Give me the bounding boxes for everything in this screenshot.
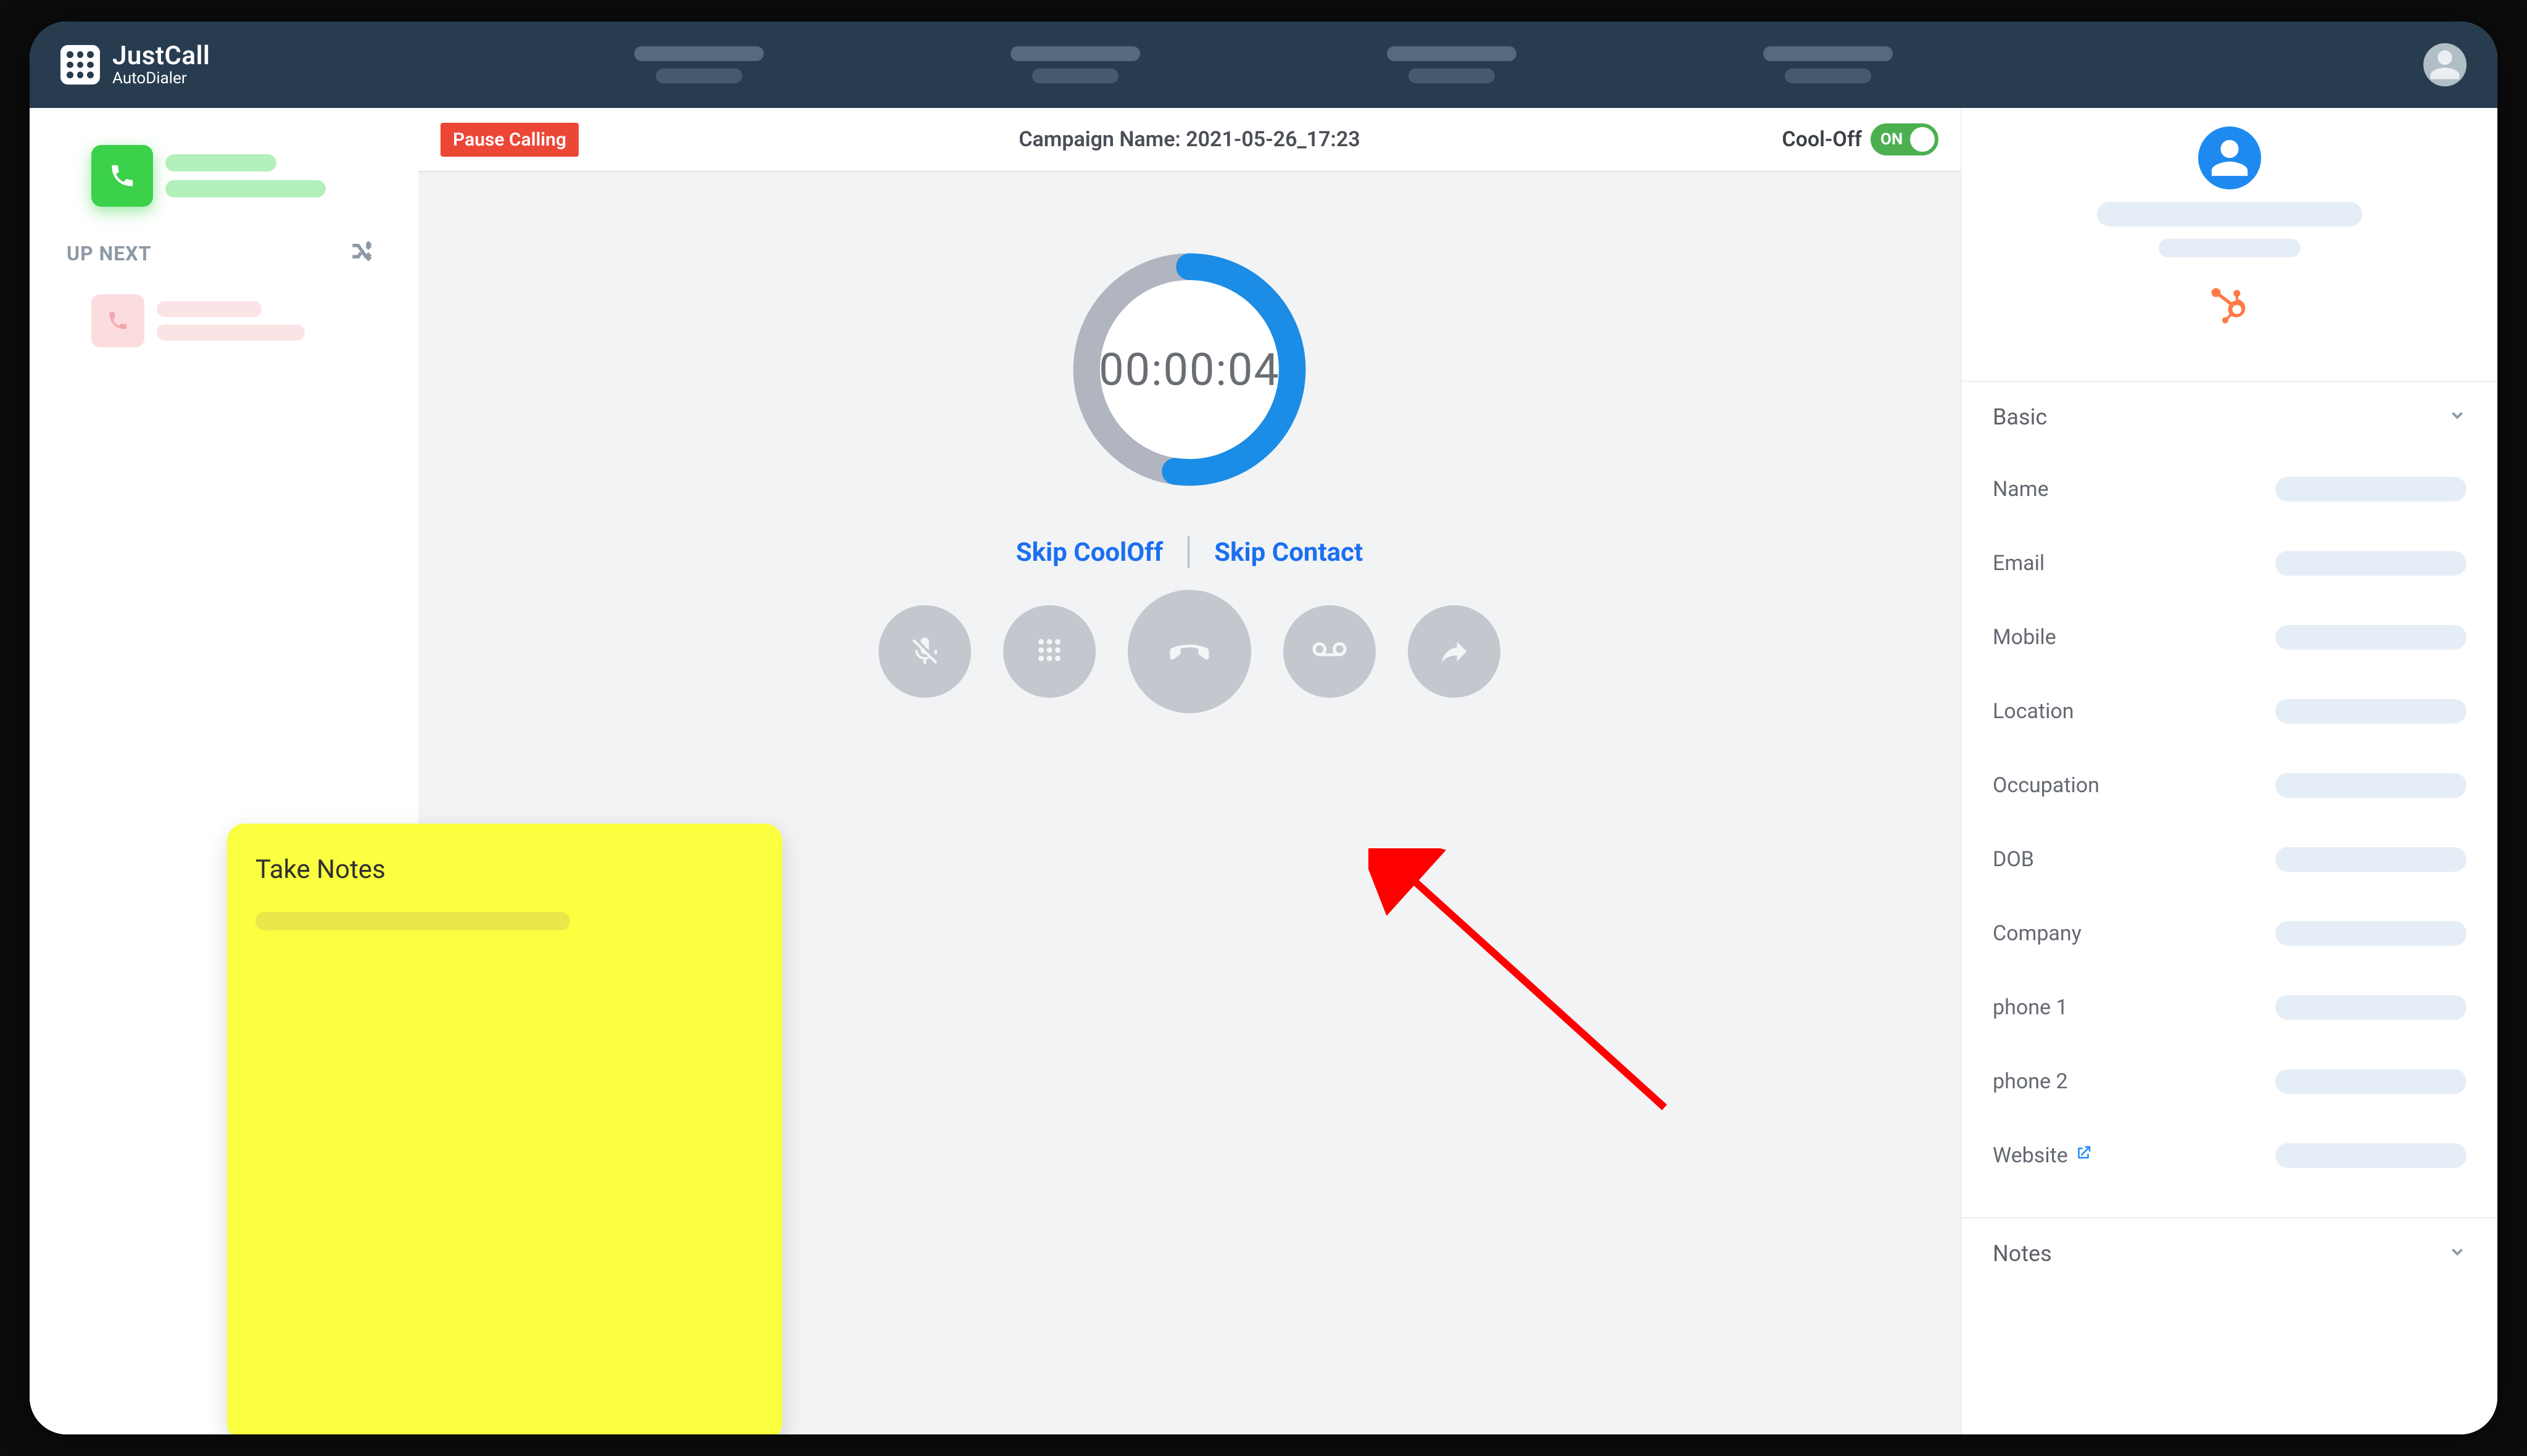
chevron-down-icon — [2448, 404, 2467, 430]
call-button-active[interactable] — [91, 145, 153, 207]
skip-contact-link[interactable]: Skip Contact — [1214, 537, 1363, 568]
up-next-header: UP NEXT — [30, 238, 418, 270]
field-website: Website — [1993, 1119, 2467, 1193]
contact-sub-placeholder — [2159, 239, 2301, 257]
chevron-down-icon — [2448, 1241, 2467, 1267]
campaign-name: Campaign Name: 2021-05-26_17:23 — [1019, 127, 1360, 152]
pause-calling-button[interactable]: Pause Calling — [440, 123, 579, 157]
take-notes-title: Take Notes — [255, 854, 754, 885]
keypad-icon — [1033, 635, 1066, 668]
external-link-icon[interactable] — [2074, 1143, 2093, 1168]
contact-header — [1962, 126, 2497, 358]
call-button-queued[interactable] — [91, 294, 144, 347]
skip-actions: Skip CoolOff Skip Contact — [1016, 536, 1363, 568]
take-notes-panel[interactable]: Take Notes — [227, 824, 782, 1434]
brand-subtitle: AutoDialer — [112, 70, 210, 86]
field-email: Email — [1993, 526, 2467, 600]
skip-cooloff-link[interactable]: Skip CoolOff — [1016, 537, 1164, 568]
cooloff-toggle[interactable]: ON — [1871, 123, 1938, 155]
notes-placeholder-line — [255, 912, 570, 930]
field-name: Name — [1993, 452, 2467, 526]
contact-name-placeholder — [2097, 202, 2362, 226]
divider — [1188, 536, 1189, 568]
brand-name: JustCall — [112, 43, 210, 69]
field-dob: DOB — [1993, 822, 2467, 896]
contact-panel: Basic Name Email Mobile Location Occupat… — [1961, 108, 2497, 1434]
hangup-icon — [1162, 624, 1217, 679]
section-basic-header[interactable]: Basic — [1962, 382, 2497, 452]
up-next-text — [157, 301, 305, 341]
mute-button[interactable] — [879, 605, 971, 698]
shuffle-icon[interactable] — [348, 238, 375, 270]
field-mobile: Mobile — [1993, 600, 2467, 674]
dialpad-button[interactable] — [1003, 605, 1096, 698]
field-company: Company — [1993, 896, 2467, 970]
call-action-row — [879, 605, 1500, 713]
profile-avatar[interactable] — [2423, 43, 2467, 86]
field-occupation: Occupation — [1993, 748, 2467, 822]
timer-ring: 00:00:04 — [1066, 246, 1313, 493]
section-notes-header[interactable]: Notes — [1962, 1218, 2497, 1289]
section-basic-label: Basic — [1993, 404, 2047, 430]
up-next-label: UP NEXT — [67, 242, 151, 265]
forward-icon — [1437, 635, 1471, 668]
current-call[interactable] — [30, 145, 418, 238]
basic-fields: Name Email Mobile Location Occupation DO… — [1962, 452, 2497, 1193]
toggle-knob — [1910, 127, 1935, 152]
contact-avatar[interactable] — [2198, 126, 2261, 189]
field-phone1: phone 1 — [1993, 970, 2467, 1044]
nav-placeholders — [30, 22, 2497, 108]
campaign-bar: Pause Calling Campaign Name: 2021-05-26_… — [418, 108, 1961, 172]
phone-icon — [107, 310, 129, 332]
forward-button[interactable] — [1408, 605, 1500, 698]
up-next-item[interactable] — [30, 270, 418, 347]
cooloff-toggle-wrap: Cool-Off ON — [1782, 123, 1938, 155]
top-bar: JustCall AutoDialer — [30, 22, 2497, 108]
user-icon — [2428, 48, 2462, 82]
current-call-text — [165, 154, 326, 197]
hangup-button[interactable] — [1128, 590, 1251, 713]
field-phone2: phone 2 — [1993, 1044, 2467, 1119]
section-notes-label: Notes — [1993, 1241, 2052, 1267]
app-frame: JustCall AutoDialer — [30, 22, 2497, 1434]
phone-icon — [109, 162, 136, 189]
dialpad-icon — [60, 45, 100, 85]
toggle-state: ON — [1880, 130, 1903, 149]
timer-value: 00:00:04 — [1066, 246, 1313, 493]
brand-logo[interactable]: JustCall AutoDialer — [60, 43, 210, 86]
mic-off-icon — [908, 635, 941, 668]
voicemail-button[interactable] — [1283, 605, 1376, 698]
field-location: Location — [1993, 674, 2467, 748]
voicemail-icon — [1311, 633, 1348, 670]
user-icon — [2208, 136, 2251, 180]
cooloff-label: Cool-Off — [1782, 127, 1862, 152]
hubspot-icon[interactable] — [2209, 288, 2250, 334]
